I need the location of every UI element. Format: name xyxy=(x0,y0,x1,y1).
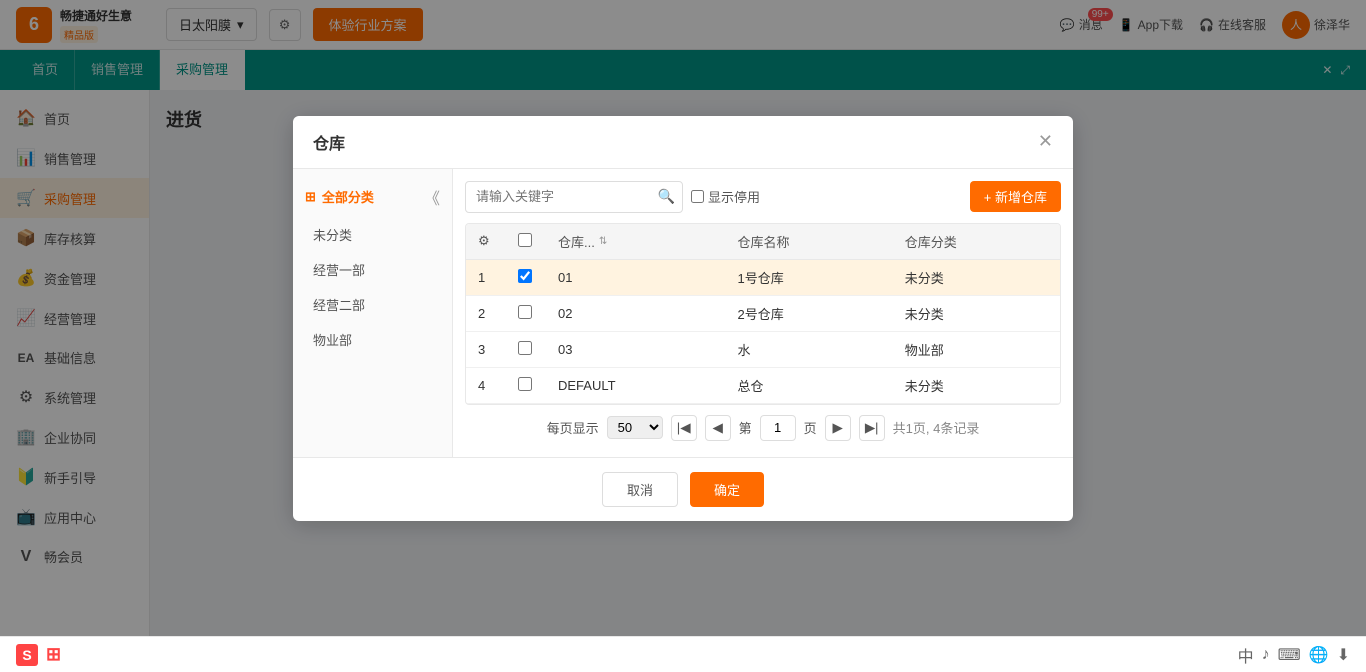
total-info: 共1页, 4条记录 xyxy=(893,418,980,437)
row-checkbox-cell[interactable] xyxy=(506,331,546,367)
network-icon[interactable]: 🌐 xyxy=(1309,645,1329,665)
pagination: 每页显示 50 10 20 100 |◀ ◀ 第 页 ▶ ▶| 共1页, 4条记… xyxy=(465,405,1061,445)
row-checkbox[interactable] xyxy=(518,377,532,391)
page-unit: 页 xyxy=(804,418,817,437)
confirm-button[interactable]: 确定 xyxy=(690,472,764,507)
table-row[interactable]: 2 02 2号仓库 未分类 xyxy=(466,295,1060,331)
category-item-unclassified[interactable]: 未分类 xyxy=(293,217,452,252)
search-icon: 🔍 xyxy=(658,188,675,205)
show-disabled-check[interactable] xyxy=(691,190,704,203)
prev-page-button[interactable]: ◀ xyxy=(705,415,731,441)
bottom-left: S ⊞ xyxy=(16,644,61,666)
cancel-button[interactable]: 取消 xyxy=(602,472,678,507)
table-header-row: ⚙ 仓库... ⇅ 仓库名称 xyxy=(466,224,1060,260)
dialog-body: ⊞ 全部分类 《 未分类 经营一部 经营二部 物业部 🔍 xyxy=(293,169,1073,457)
search-input[interactable] xyxy=(465,181,683,213)
dialog-footer: 取消 确定 xyxy=(293,457,1073,521)
first-page-button[interactable]: |◀ xyxy=(671,415,697,441)
row-category: 未分类 xyxy=(893,259,1060,295)
row-category: 物业部 xyxy=(893,331,1060,367)
category-title: ⊞ 全部分类 xyxy=(305,187,374,206)
row-checkbox-cell[interactable] xyxy=(506,295,546,331)
next-page-button[interactable]: ▶ xyxy=(825,415,851,441)
grid-dots-icon: ⊞ xyxy=(305,189,316,205)
show-disabled-checkbox[interactable]: 显示停用 xyxy=(691,187,760,206)
row-checkbox-cell[interactable] xyxy=(506,367,546,403)
row-checkbox[interactable] xyxy=(518,269,532,283)
bottombar: S ⊞ 中 ♪ ⌨ 🌐 ⬇ xyxy=(0,636,1366,672)
table-row[interactable]: 3 03 水 物业部 xyxy=(466,331,1060,367)
bottom-right: 中 ♪ ⌨ 🌐 ⬇ xyxy=(1238,643,1350,667)
keyboard-icon[interactable]: ⌨ xyxy=(1278,645,1301,665)
row-checkbox[interactable] xyxy=(518,305,532,319)
search-wrapper: 🔍 xyxy=(465,181,683,213)
category-header: ⊞ 全部分类 《 xyxy=(293,177,452,217)
col-name-label: 仓库名称 xyxy=(737,232,789,251)
s-logo: S xyxy=(16,644,38,666)
row-num: 3 xyxy=(466,331,506,367)
page-label: 第 xyxy=(739,418,752,437)
col-checkbox xyxy=(506,224,546,260)
row-code: 02 xyxy=(546,295,725,331)
row-num: 1 xyxy=(466,259,506,295)
warehouse-table: ⚙ 仓库... ⇅ 仓库名称 xyxy=(465,223,1061,405)
audio-icon[interactable]: ♪ xyxy=(1262,646,1270,664)
row-name: 1号仓库 xyxy=(725,259,892,295)
row-name: 2号仓库 xyxy=(725,295,892,331)
row-category: 未分类 xyxy=(893,295,1060,331)
col-code-label: 仓库... xyxy=(558,232,595,251)
collapse-icon[interactable]: 《 xyxy=(424,185,440,209)
grid-icon: ⊞ xyxy=(46,644,61,665)
table-toolbar: 🔍 显示停用 + 新增仓库 xyxy=(465,181,1061,213)
col-code: 仓库... ⇅ xyxy=(546,224,725,260)
select-all-checkbox[interactable] xyxy=(518,233,532,247)
table-row[interactable]: 1 01 1号仓库 未分类 xyxy=(466,259,1060,295)
row-checkbox-cell[interactable] xyxy=(506,259,546,295)
category-title-label: 全部分类 xyxy=(322,187,374,206)
page-number-input[interactable] xyxy=(760,415,796,441)
row-checkbox[interactable] xyxy=(518,341,532,355)
col-name: 仓库名称 xyxy=(725,224,892,260)
row-code: 01 xyxy=(546,259,725,295)
dialog-close-button[interactable]: ✕ xyxy=(1038,131,1053,152)
dialog-header: 仓库 ✕ xyxy=(293,116,1073,169)
category-item-dept1[interactable]: 经营一部 xyxy=(293,252,452,287)
sort-icon-code: ⇅ xyxy=(599,236,607,247)
download-icon[interactable]: ⬇ xyxy=(1337,645,1350,665)
row-num: 4 xyxy=(466,367,506,403)
row-num: 2 xyxy=(466,295,506,331)
dialog-title: 仓库 xyxy=(313,130,345,154)
language-icon[interactable]: 中 xyxy=(1238,643,1254,667)
table-row[interactable]: 4 DEFAULT 总仓 未分类 xyxy=(466,367,1060,403)
show-disabled-label: 显示停用 xyxy=(708,187,760,206)
row-category: 未分类 xyxy=(893,367,1060,403)
col-category: 仓库分类 xyxy=(893,224,1060,260)
page-size-select[interactable]: 50 10 20 100 xyxy=(607,416,663,439)
row-code: DEFAULT xyxy=(546,367,725,403)
modal-overlay: 仓库 ✕ ⊞ 全部分类 《 未分类 经营一部 经营二部 物业部 xyxy=(0,0,1366,636)
row-code: 03 xyxy=(546,331,725,367)
col-settings: ⚙ xyxy=(466,224,506,260)
category-item-dept2[interactable]: 经营二部 xyxy=(293,287,452,322)
last-page-button[interactable]: ▶| xyxy=(859,415,885,441)
row-name: 总仓 xyxy=(725,367,892,403)
category-sidebar: ⊞ 全部分类 《 未分类 经营一部 经营二部 物业部 xyxy=(293,169,453,457)
page-size-label: 每页显示 xyxy=(547,418,599,437)
col-category-label: 仓库分类 xyxy=(905,232,957,251)
row-name: 水 xyxy=(725,331,892,367)
warehouse-dialog: 仓库 ✕ ⊞ 全部分类 《 未分类 经营一部 经营二部 物业部 xyxy=(293,116,1073,521)
category-item-property[interactable]: 物业部 xyxy=(293,322,452,357)
table-area: 🔍 显示停用 + 新增仓库 ⚙ xyxy=(453,169,1073,457)
add-warehouse-button[interactable]: + 新增仓库 xyxy=(970,181,1061,212)
